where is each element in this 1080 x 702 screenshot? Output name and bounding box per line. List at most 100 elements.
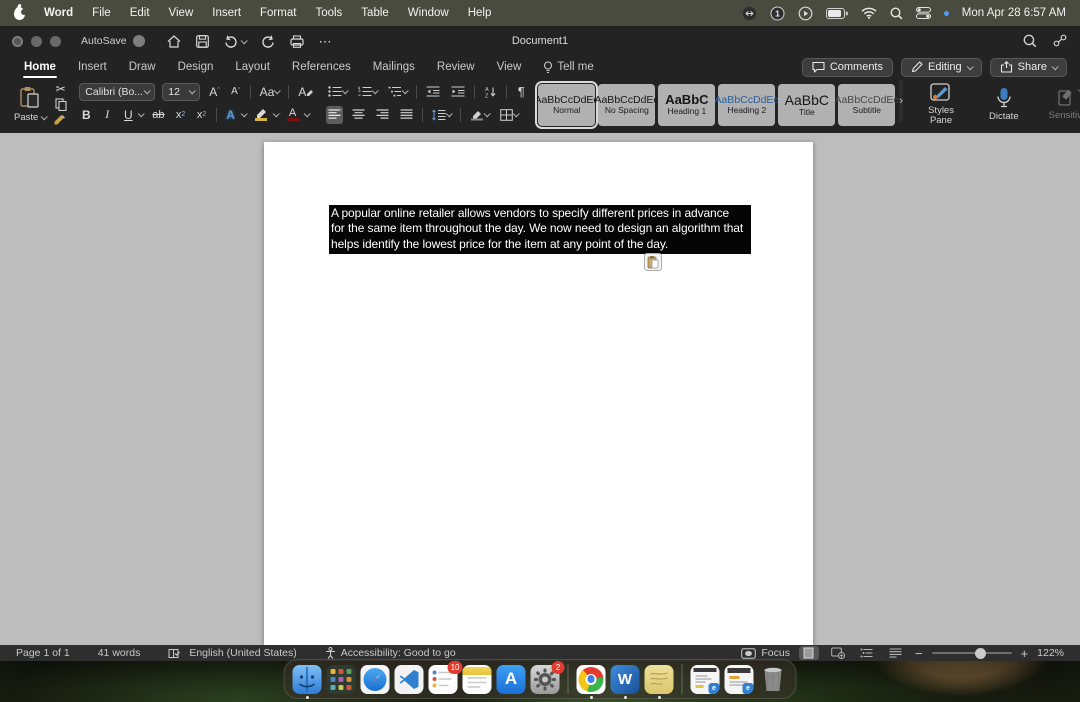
align-center-button[interactable] (350, 106, 367, 124)
focus-mode-button[interactable]: Focus (741, 647, 790, 659)
clear-formatting-button[interactable]: A (296, 83, 316, 101)
tab-mailings[interactable]: Mailings (362, 56, 426, 78)
tab-tell-me[interactable]: Tell me (532, 56, 604, 78)
dictate-button[interactable]: Dictate (979, 80, 1029, 129)
shrink-font-button[interactable]: Aˇ (229, 83, 243, 101)
dock-icon-reminders[interactable]: 10 (428, 660, 463, 694)
paste-button[interactable]: Paste (8, 84, 52, 125)
zoom-window-button[interactable] (50, 35, 61, 47)
dock-icon-vscode[interactable] (394, 664, 424, 694)
show-paragraph-marks-button[interactable]: ¶ (514, 83, 528, 101)
subscript-button[interactable]: x2 (174, 106, 188, 124)
share-link-icon[interactable] (1052, 34, 1068, 48)
web-layout-view-icon[interactable] (828, 646, 848, 660)
paste-options-button[interactable] (644, 253, 662, 271)
borders-button[interactable] (498, 106, 521, 124)
dock-icon-launchpad[interactable] (326, 664, 356, 694)
play-circle-icon[interactable] (798, 6, 813, 21)
styles-pane-button[interactable]: Styles Pane (913, 80, 969, 129)
align-right-button[interactable] (374, 106, 391, 124)
menu-item-window[interactable]: Window (408, 7, 449, 19)
style-no-spacing[interactable]: AaBbCcDdEe No Spacing (594, 83, 659, 126)
dock-icon-finder[interactable] (292, 664, 322, 699)
sort-button[interactable]: AZ (482, 83, 499, 101)
underline-options-chevron-icon[interactable] (137, 110, 146, 118)
more-icon[interactable]: ⋯ (319, 35, 332, 48)
screen-mirroring-icon[interactable] (742, 6, 757, 21)
text-highlight-button[interactable] (253, 106, 270, 124)
tab-draw[interactable]: Draw (118, 56, 167, 78)
search-icon[interactable] (890, 6, 903, 20)
selected-paragraph[interactable]: A popular online retailer allows vendors… (329, 205, 751, 255)
italic-button[interactable]: I (100, 106, 114, 124)
spellcheck-icon[interactable] (168, 648, 181, 659)
minimize-window-button[interactable] (31, 35, 42, 47)
tab-insert[interactable]: Insert (67, 56, 118, 78)
save-icon[interactable] (195, 34, 209, 48)
zoom-in-button[interactable]: + (1021, 646, 1029, 661)
numbering-button[interactable] (356, 83, 380, 101)
dock-icon-minimized-window-2[interactable]: e (724, 664, 754, 694)
dock-icon-notes[interactable] (462, 664, 492, 694)
zoom-level[interactable]: 122% (1037, 647, 1064, 659)
tab-home[interactable]: Home (13, 56, 67, 78)
menu-app-name[interactable]: Word (44, 7, 73, 19)
wifi-icon[interactable] (861, 7, 877, 19)
strikethrough-button[interactable]: ab (150, 106, 166, 124)
tab-layout[interactable]: Layout (224, 56, 281, 78)
word-count[interactable]: 41 words (98, 647, 141, 659)
undo-icon[interactable] (224, 35, 238, 48)
home-icon[interactable] (167, 34, 181, 48)
format-painter-icon[interactable] (52, 112, 69, 127)
superscript-button[interactable]: x2 (195, 106, 209, 124)
dock-icon-minimized-window-1[interactable]: e (690, 664, 720, 694)
document-page[interactable]: A popular online retailer allows vendors… (264, 142, 813, 645)
grow-font-button[interactable]: Aˆ (207, 83, 221, 101)
zoom-slider-thumb[interactable] (974, 647, 986, 659)
font-color-button[interactable]: A (285, 106, 301, 124)
menu-item-file[interactable]: File (92, 7, 111, 19)
styles-gallery-expand-button[interactable]: › (899, 80, 904, 122)
battery-icon[interactable] (825, 7, 848, 19)
style-title[interactable]: AaBbC Title (778, 83, 836, 126)
underline-button[interactable]: U (121, 106, 135, 124)
one-badge-icon[interactable]: 1 (770, 6, 785, 21)
share-button[interactable]: Share (989, 57, 1067, 77)
align-left-button[interactable] (326, 105, 344, 124)
apple-menu-icon[interactable] (14, 6, 27, 20)
decrease-indent-button[interactable] (424, 83, 442, 101)
dock-icon-chrome[interactable] (576, 664, 606, 699)
menu-item-view[interactable]: View (169, 7, 194, 19)
document-canvas[interactable]: A popular online retailer allows vendors… (0, 133, 1080, 645)
dock-icon-trash[interactable] (759, 665, 788, 694)
style-normal[interactable]: AaBbCcDdEe Normal (534, 80, 599, 129)
menu-item-table[interactable]: Table (361, 7, 389, 19)
menu-item-help[interactable]: Help (468, 7, 492, 19)
bold-button[interactable]: B (79, 106, 93, 124)
menu-item-format[interactable]: Format (260, 7, 296, 19)
text-effects-chevron-icon[interactable] (240, 110, 248, 118)
multilevel-list-button[interactable] (386, 83, 410, 101)
tab-review[interactable]: Review (426, 56, 486, 78)
autosave-toggle[interactable] (132, 35, 145, 47)
language-status[interactable]: English (United States) (189, 647, 296, 659)
editing-mode-button[interactable]: Editing (901, 57, 982, 77)
dock-icon-safari[interactable] (360, 664, 390, 694)
font-name-combo[interactable]: Calibri (Bo... (79, 82, 156, 101)
shading-button[interactable] (468, 106, 492, 124)
control-center-icon[interactable] (915, 7, 931, 19)
dock-icon-appstore[interactable]: A (496, 664, 526, 694)
menu-item-insert[interactable]: Insert (212, 7, 241, 19)
style-subtitle[interactable]: AaBbCcDdEe Subtitle (834, 83, 899, 126)
line-spacing-button[interactable] (430, 106, 454, 124)
dock-icon-settings[interactable]: 2 (530, 660, 565, 694)
page-count[interactable]: Page 1 of 1 (16, 647, 70, 659)
search-icon[interactable] (1023, 34, 1037, 48)
zoom-slider[interactable] (931, 647, 1012, 659)
menu-bar-clock[interactable]: Mon Apr 28 6:57 AM (962, 7, 1066, 19)
change-case-button[interactable]: Aa (258, 83, 282, 101)
highlight-color-chevron-icon[interactable] (272, 110, 280, 118)
dock-icon-stickies[interactable] (644, 664, 674, 699)
cut-button[interactable]: ✂ (52, 82, 69, 97)
print-icon[interactable] (289, 34, 304, 48)
